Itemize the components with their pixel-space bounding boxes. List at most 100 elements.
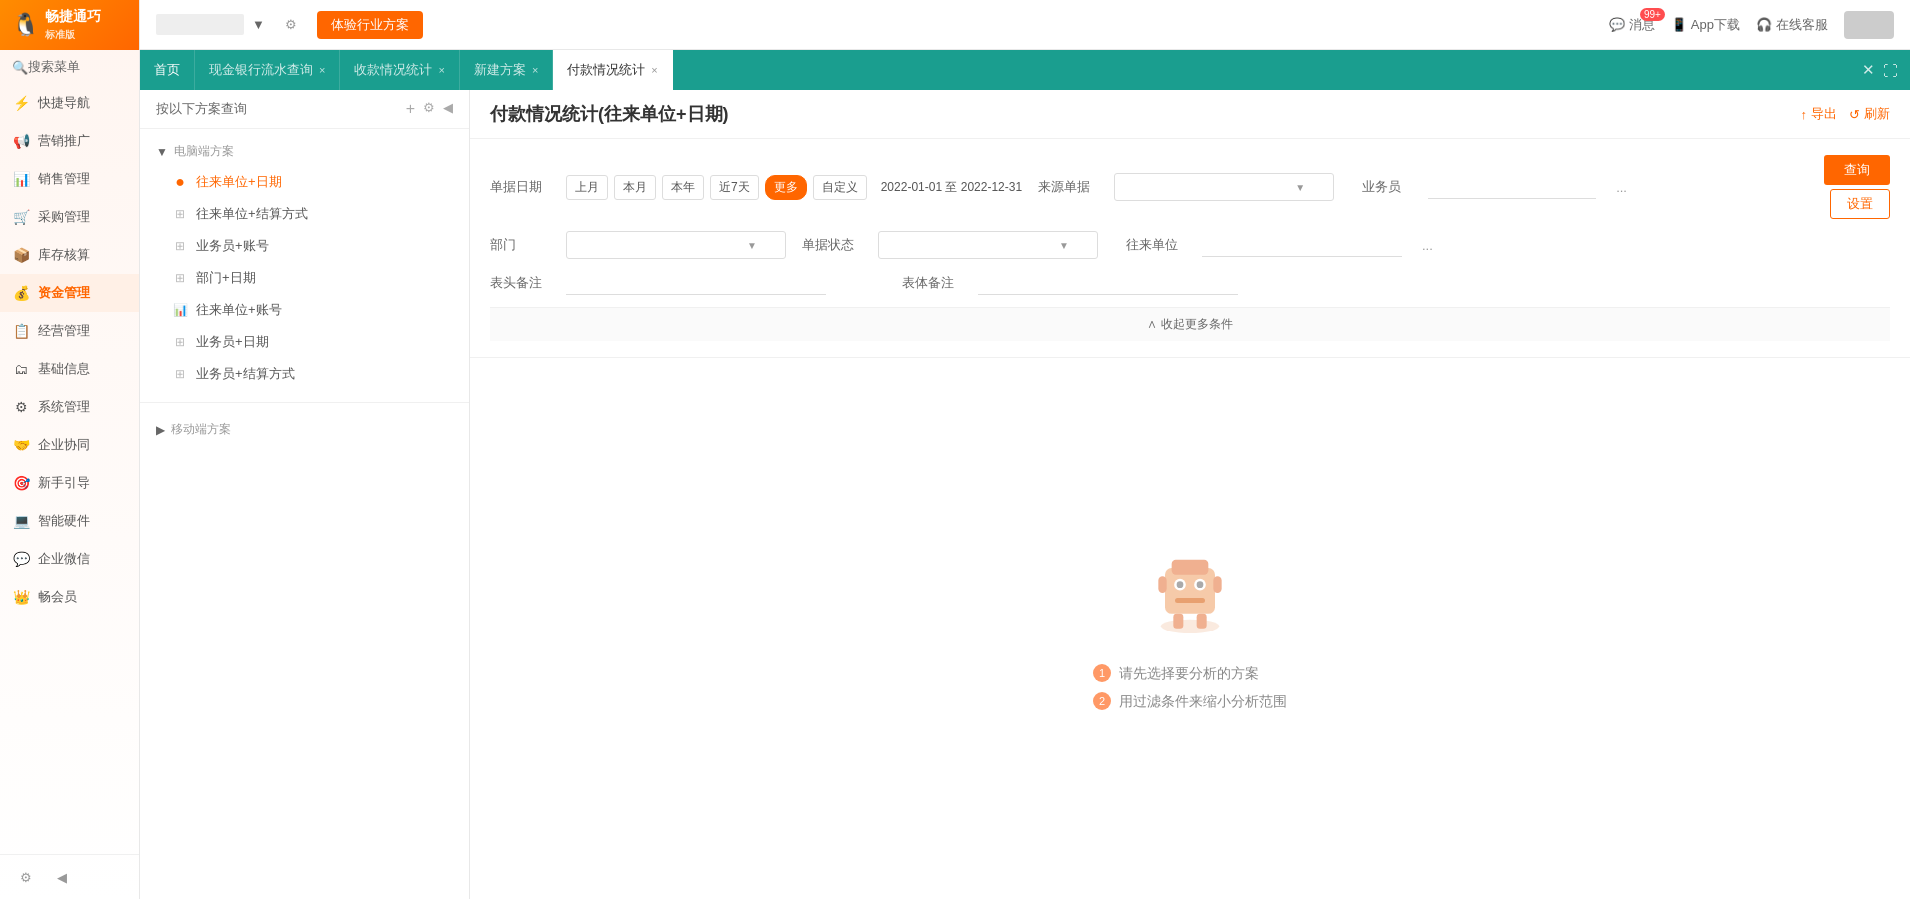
- scheme-settings-btn[interactable]: ⚙: [423, 100, 435, 118]
- page-title-bar: 付款情况统计(往来单位+日期) ↑ 导出 ↺ 刷新: [470, 90, 1910, 139]
- tab-payment-stats[interactable]: 付款情况统计 ×: [553, 50, 672, 90]
- sidebar-bottom: ⚙ ◀: [0, 854, 139, 899]
- header-note-input[interactable]: [566, 271, 826, 295]
- sidebar-item-hardware[interactable]: 💻 智能硬件: [0, 502, 139, 540]
- doc-status-select[interactable]: ▼: [878, 231, 1098, 259]
- scheme-item-dept-date[interactable]: ⊞ 部门+日期: [140, 262, 469, 294]
- more-btn[interactable]: 更多: [765, 175, 807, 200]
- dropdown-arrow[interactable]: ▼: [252, 17, 265, 32]
- scheme-chart-icon: 📊: [172, 302, 188, 318]
- tab-receipt-stats[interactable]: 收款情况统计 ×: [340, 50, 459, 90]
- user-avatar[interactable]: [1844, 11, 1894, 39]
- sidebar-item-label: 经营管理: [38, 322, 90, 340]
- settings-bottom-btn[interactable]: ⚙: [12, 863, 40, 891]
- trial-btn[interactable]: 体验行业方案: [317, 11, 423, 39]
- sidebar-item-member[interactable]: 👑 畅会员: [0, 578, 139, 616]
- partner-input[interactable]: [1202, 233, 1402, 257]
- scheme-item-label: 往来单位+账号: [196, 301, 282, 319]
- scheme-panel: 按以下方案查询 + ⚙ ◀ ▼ 电脑端方案 ● 往来单位+日期 ⊞: [140, 90, 470, 899]
- tab-bank-flow-close[interactable]: ×: [319, 64, 325, 76]
- mobile-scheme-toggle[interactable]: ▶ 移动端方案: [140, 415, 469, 444]
- refresh-btn[interactable]: ↺ 刷新: [1849, 105, 1890, 123]
- sidebar-item-label: 新手引导: [38, 474, 90, 492]
- app-download-btn[interactable]: 📱 App下载: [1671, 16, 1740, 34]
- scheme-item-partner-account[interactable]: 📊 往来单位+账号: [140, 294, 469, 326]
- scheme-table-icon: ⊞: [172, 238, 188, 254]
- sidebar-search[interactable]: 🔍 搜索菜单: [0, 50, 139, 84]
- filter-row-1: 单据日期 上月 本月 本年 近7天 更多 自定义 2022-01-01 至 20…: [490, 155, 1890, 219]
- topnav-settings-btn[interactable]: ⚙: [277, 11, 305, 39]
- sidebar-item-label: 企业协同: [38, 436, 90, 454]
- this-year-btn[interactable]: 本年: [662, 175, 704, 200]
- sidebar-item-operation[interactable]: 📋 经营管理: [0, 312, 139, 350]
- sidebar-item-guide[interactable]: 🎯 新手引导: [0, 464, 139, 502]
- scheme-item-staff-date[interactable]: ⊞ 业务员+日期: [140, 326, 469, 358]
- scheme-collapse-btn[interactable]: ◀: [443, 100, 453, 118]
- sidebar-item-basic-info[interactable]: 🗂 基础信息: [0, 350, 139, 388]
- scheme-panel-header: 按以下方案查询 + ⚙ ◀: [140, 90, 469, 129]
- scheme-item-staff-settle[interactable]: ⊞ 业务员+结算方式: [140, 358, 469, 390]
- basic-info-icon: 🗂: [12, 360, 30, 378]
- staff-dots[interactable]: ...: [1616, 180, 1627, 195]
- svg-point-6: [1197, 581, 1204, 588]
- tip-text-1: 请先选择要分析的方案: [1119, 659, 1259, 687]
- filter-settings-btn[interactable]: 设置: [1830, 189, 1890, 219]
- sidebar-item-label: 快捷导航: [38, 94, 90, 112]
- sidebar-item-label: 畅会员: [38, 588, 77, 606]
- sidebar-item-wechat[interactable]: 💬 企业微信: [0, 540, 139, 578]
- tab-new-scheme-close[interactable]: ×: [532, 64, 538, 76]
- source-value: [1123, 178, 1136, 196]
- partner-dots[interactable]: ...: [1422, 238, 1433, 253]
- pc-scheme-toggle[interactable]: ▼ 电脑端方案: [140, 137, 469, 166]
- tab-home[interactable]: 首页: [140, 50, 195, 90]
- sidebar-item-enterprise[interactable]: 🤝 企业协同: [0, 426, 139, 464]
- export-btn[interactable]: ↑ 导出: [1801, 105, 1838, 123]
- svg-point-5: [1177, 581, 1184, 588]
- sidebar-item-marketing[interactable]: 📢 营销推广: [0, 122, 139, 160]
- tab-new-scheme[interactable]: 新建方案 ×: [460, 50, 553, 90]
- tab-expand-btn[interactable]: ⛶: [1883, 62, 1898, 79]
- sidebar-item-purchase[interactable]: 🛒 采购管理: [0, 198, 139, 236]
- svg-point-0: [1161, 619, 1219, 632]
- sidebar-item-quick-nav[interactable]: ⚡ 快捷导航: [0, 84, 139, 122]
- tabbar: 首页 现金银行流水查询 × 收款情况统计 × 新建方案 × 付款情况统计 × ✕…: [140, 50, 1910, 90]
- sidebar-item-inventory[interactable]: 📦 库存核算: [0, 236, 139, 274]
- scheme-item-staff-account[interactable]: ⊞ 业务员+账号: [140, 230, 469, 262]
- scheme-panel-icons: + ⚙ ◀: [406, 100, 453, 118]
- quick-nav-icon: ⚡: [12, 94, 30, 112]
- scheme-add-btn[interactable]: +: [406, 100, 415, 118]
- sidebar-item-system[interactable]: ⚙ 系统管理: [0, 388, 139, 426]
- last-7days-btn[interactable]: 近7天: [710, 175, 759, 200]
- online-service-btn[interactable]: 🎧 在线客服: [1756, 16, 1828, 34]
- empty-illustration: [1140, 543, 1240, 643]
- scheme-item-partner-settle[interactable]: ⊞ 往来单位+结算方式: [140, 198, 469, 230]
- marketing-icon: 📢: [12, 132, 30, 150]
- source-select[interactable]: ▼: [1114, 173, 1334, 201]
- date-label: 单据日期: [490, 178, 550, 196]
- sidebar-item-label: 采购管理: [38, 208, 90, 226]
- empty-tip-1: 1 请先选择要分析的方案: [1093, 659, 1287, 687]
- empty-state: 1 请先选择要分析的方案 2 用过滤条件来缩小分析范围: [470, 358, 1910, 899]
- doc-status-label: 单据状态: [802, 236, 862, 254]
- tab-bank-flow[interactable]: 现金银行流水查询 ×: [195, 50, 340, 90]
- last-month-btn[interactable]: 上月: [566, 175, 608, 200]
- sidebar-item-sales[interactable]: 📊 销售管理: [0, 160, 139, 198]
- notification-btn[interactable]: 💬 消息 99+: [1609, 16, 1655, 34]
- tab-payment-stats-close[interactable]: ×: [651, 64, 657, 76]
- this-month-btn[interactable]: 本月: [614, 175, 656, 200]
- sidebar-item-funds[interactable]: 💰 资金管理: [0, 274, 139, 312]
- collapse-more-btn[interactable]: ∧ 收起更多条件: [490, 307, 1890, 341]
- staff-input[interactable]: [1428, 175, 1596, 199]
- enterprise-icon: 🤝: [12, 436, 30, 454]
- filter-actions: 查询 设置: [1824, 155, 1890, 219]
- scheme-item-partner-date[interactable]: ● 往来单位+日期: [140, 166, 469, 198]
- custom-btn[interactable]: 自定义: [813, 175, 867, 200]
- collapse-sidebar-btn[interactable]: ◀: [48, 863, 76, 891]
- dept-select[interactable]: ▼: [566, 231, 786, 259]
- query-btn[interactable]: 查询: [1824, 155, 1890, 185]
- tab-receipt-stats-close[interactable]: ×: [438, 64, 444, 76]
- tab-close-all-btn[interactable]: ✕: [1862, 61, 1875, 79]
- body-note-input[interactable]: [978, 271, 1238, 295]
- topnav-left: ▼: [156, 14, 265, 35]
- section-divider: [140, 402, 469, 403]
